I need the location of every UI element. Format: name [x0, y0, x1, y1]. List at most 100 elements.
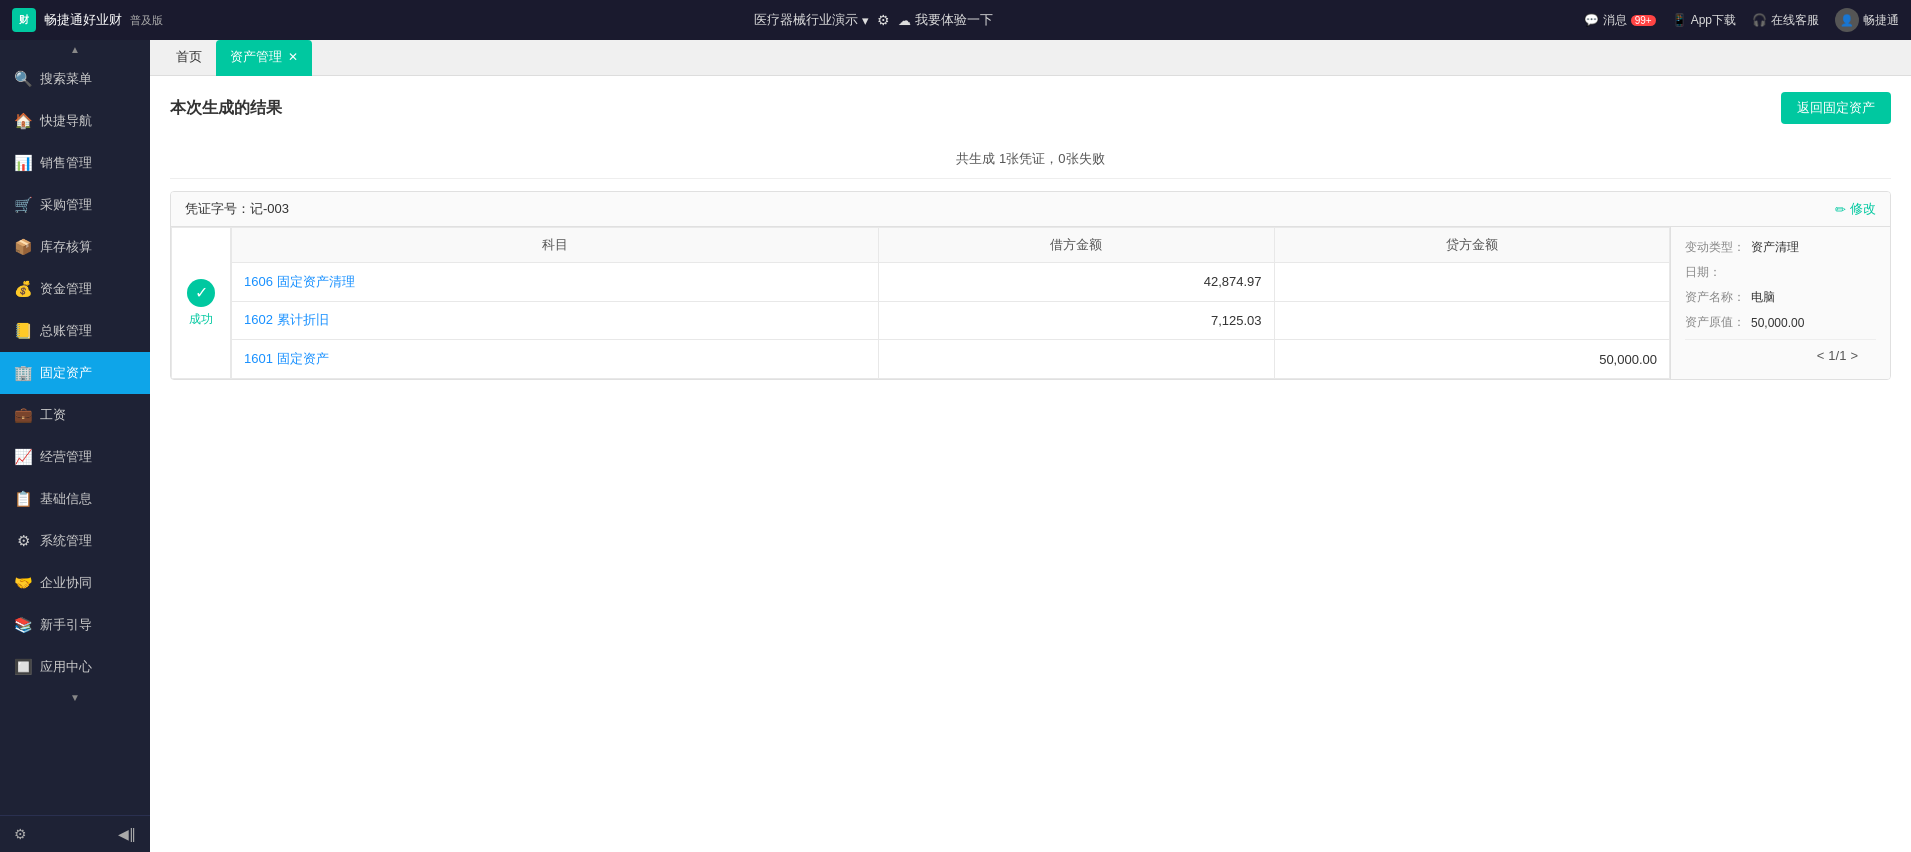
sidebar-item-basic-info[interactable]: 📋 基础信息	[0, 478, 150, 520]
side-info-panel: 变动类型： 资产清理 日期： 资产名称： 电脑 资产原值：	[1670, 227, 1890, 379]
page-header-row: 本次生成的结果 返回固定资产	[170, 92, 1891, 124]
messages-badge: 99+	[1631, 15, 1656, 26]
home-icon: 🏠	[14, 112, 32, 130]
sidebar-item-purchase[interactable]: 🛒 采购管理	[0, 184, 150, 226]
edit-icon: ✏	[1835, 202, 1846, 217]
sidebar-bottom: ⚙ ◀‖	[0, 815, 150, 852]
tab-home[interactable]: 首页	[162, 40, 216, 76]
table-row: 1602 累计折旧7,125.03	[232, 301, 1670, 340]
message-icon: 💬	[1584, 13, 1599, 27]
finance-icon: 💰	[14, 280, 32, 298]
date-label: 日期：	[1685, 264, 1721, 281]
user-item[interactable]: 👤 畅捷通	[1835, 8, 1899, 32]
subject-cell: 1601 固定资产	[232, 340, 879, 379]
tab-asset-mgmt-label: 资产管理	[230, 48, 282, 66]
sidebar-item-system[interactable]: ⚙ 系统管理	[0, 520, 150, 562]
header-center: 医疗器械行业演示 ▾ ⚙ ☁ 我要体验一下	[754, 11, 993, 29]
success-label: 成功	[189, 311, 213, 328]
prev-page-button[interactable]: <	[1813, 348, 1829, 363]
change-type-value: 资产清理	[1751, 239, 1799, 256]
online-service-item[interactable]: 🎧 在线客服	[1752, 12, 1819, 29]
col-header-subject: 科目	[232, 228, 879, 263]
page-title: 本次生成的结果	[170, 98, 282, 119]
debit-cell: 7,125.03	[879, 301, 1274, 340]
tab-close-button[interactable]: ✕	[288, 50, 298, 64]
sidebar-scroll-down[interactable]: ▼	[0, 688, 150, 706]
online-service-label: 在线客服	[1771, 12, 1819, 29]
content-area: 首页 资产管理 ✕ 本次生成的结果 返回固定资产 共生成 1张凭证，0张失败 凭…	[150, 40, 1911, 852]
header-right: 💬 消息 99+ 📱 App下载 🎧 在线客服 👤 畅捷通	[1584, 8, 1899, 32]
return-button[interactable]: 返回固定资产	[1781, 92, 1891, 124]
col-header-debit: 借方金额	[879, 228, 1274, 263]
sidebar-label-app-center: 应用中心	[40, 658, 92, 676]
company-selector[interactable]: 医疗器械行业演示 ▾	[754, 11, 869, 29]
avatar: 👤	[1835, 8, 1859, 32]
logo-icon: 财	[12, 8, 36, 32]
change-type-label: 变动类型：	[1685, 239, 1745, 256]
asset-name-row: 资产名称： 电脑	[1685, 289, 1876, 306]
sidebar-item-payroll[interactable]: 💼 工资	[0, 394, 150, 436]
settings-button[interactable]: ⚙	[877, 12, 890, 28]
edition-badge: 普及版	[130, 13, 163, 28]
sidebar-item-quick-nav[interactable]: 🏠 快捷导航	[0, 100, 150, 142]
ledger-icon: 📒	[14, 322, 32, 340]
sidebar-label-system: 系统管理	[40, 532, 92, 550]
change-type-row: 变动类型： 资产清理	[1685, 239, 1876, 256]
inventory-icon: 📦	[14, 238, 32, 256]
voucher-card: 凭证字号：记-003 ✏ 修改 ✓ 成功	[170, 191, 1891, 380]
sidebar-item-fixed-assets[interactable]: 🏢 固定资产	[0, 352, 150, 394]
sidebar-label-inventory: 库存核算	[40, 238, 92, 256]
sidebar-label-enterprise: 企业协同	[40, 574, 92, 592]
headset-icon: 🎧	[1752, 13, 1767, 27]
logo-area: 财 畅捷通好业财 普及版	[12, 8, 163, 32]
company-name: 医疗器械行业演示	[754, 11, 858, 29]
voucher-table: 科目 借方金额 贷方金额 1606 固定资产清理42,874.971602 累计…	[231, 227, 1670, 379]
next-page-button[interactable]: >	[1846, 348, 1862, 363]
voucher-number: 凭证字号：记-003	[185, 200, 289, 218]
sidebar-settings-button[interactable]: ⚙	[14, 826, 27, 842]
edit-label: 修改	[1850, 200, 1876, 218]
asset-name-label: 资产名称：	[1685, 289, 1745, 306]
credit-cell	[1274, 263, 1669, 302]
cloud-icon: ☁	[898, 13, 911, 28]
app-center-icon: 🔲	[14, 658, 32, 676]
payroll-icon: 💼	[14, 406, 32, 424]
date-row: 日期：	[1685, 264, 1876, 281]
main-layout: ▲ 🔍 搜索菜单 🏠 快捷导航 📊 销售管理 🛒 采购管理 📦 库存核算 💰 资…	[0, 40, 1911, 852]
pagination-row: < 1/1 >	[1685, 339, 1876, 367]
table-row: 1601 固定资产50,000.00	[232, 340, 1670, 379]
sidebar-label-business: 经营管理	[40, 448, 92, 466]
messages-item[interactable]: 💬 消息 99+	[1584, 12, 1656, 29]
sidebar-item-app-center[interactable]: 🔲 应用中心	[0, 646, 150, 688]
app-download-item[interactable]: 📱 App下载	[1672, 12, 1736, 29]
sidebar-item-finance[interactable]: 💰 资金管理	[0, 268, 150, 310]
business-icon: 📈	[14, 448, 32, 466]
search-icon: 🔍	[14, 70, 32, 88]
sidebar-item-inventory[interactable]: 📦 库存核算	[0, 226, 150, 268]
asset-value-value: 50,000.00	[1751, 316, 1804, 330]
col-header-credit: 贷方金额	[1274, 228, 1669, 263]
sidebar-label-fixed-assets: 固定资产	[40, 364, 92, 382]
top-header: 财 畅捷通好业财 普及版 医疗器械行业演示 ▾ ⚙ ☁ 我要体验一下 💬 消息 …	[0, 0, 1911, 40]
sidebar-item-enterprise[interactable]: 🤝 企业协同	[0, 562, 150, 604]
edit-button[interactable]: ✏ 修改	[1835, 200, 1876, 218]
sidebar-item-search[interactable]: 🔍 搜索菜单	[0, 58, 150, 100]
sidebar-item-ledger[interactable]: 📒 总账管理	[0, 310, 150, 352]
success-indicator: ✓ 成功	[171, 227, 231, 379]
sales-icon: 📊	[14, 154, 32, 172]
voucher-body: ✓ 成功 科目 借方金额 贷方金额 1606 固定	[171, 227, 1890, 379]
basic-info-icon: 📋	[14, 490, 32, 508]
sidebar-label-payroll: 工资	[40, 406, 66, 424]
experience-button[interactable]: ☁ 我要体验一下	[898, 11, 993, 29]
sidebar-item-tutorial[interactable]: 📚 新手引导	[0, 604, 150, 646]
subject-cell: 1602 累计折旧	[232, 301, 879, 340]
sidebar-item-sales[interactable]: 📊 销售管理	[0, 142, 150, 184]
summary-bar: 共生成 1张凭证，0张失败	[170, 140, 1891, 179]
sidebar-item-business[interactable]: 📈 经营管理	[0, 436, 150, 478]
sidebar-collapse-button[interactable]: ◀‖	[118, 826, 136, 842]
dropdown-icon: ▾	[862, 13, 869, 28]
tutorial-icon: 📚	[14, 616, 32, 634]
tab-asset-mgmt[interactable]: 资产管理 ✕	[216, 40, 312, 76]
tab-home-label: 首页	[176, 48, 202, 66]
sidebar-scroll-up[interactable]: ▲	[0, 40, 150, 58]
